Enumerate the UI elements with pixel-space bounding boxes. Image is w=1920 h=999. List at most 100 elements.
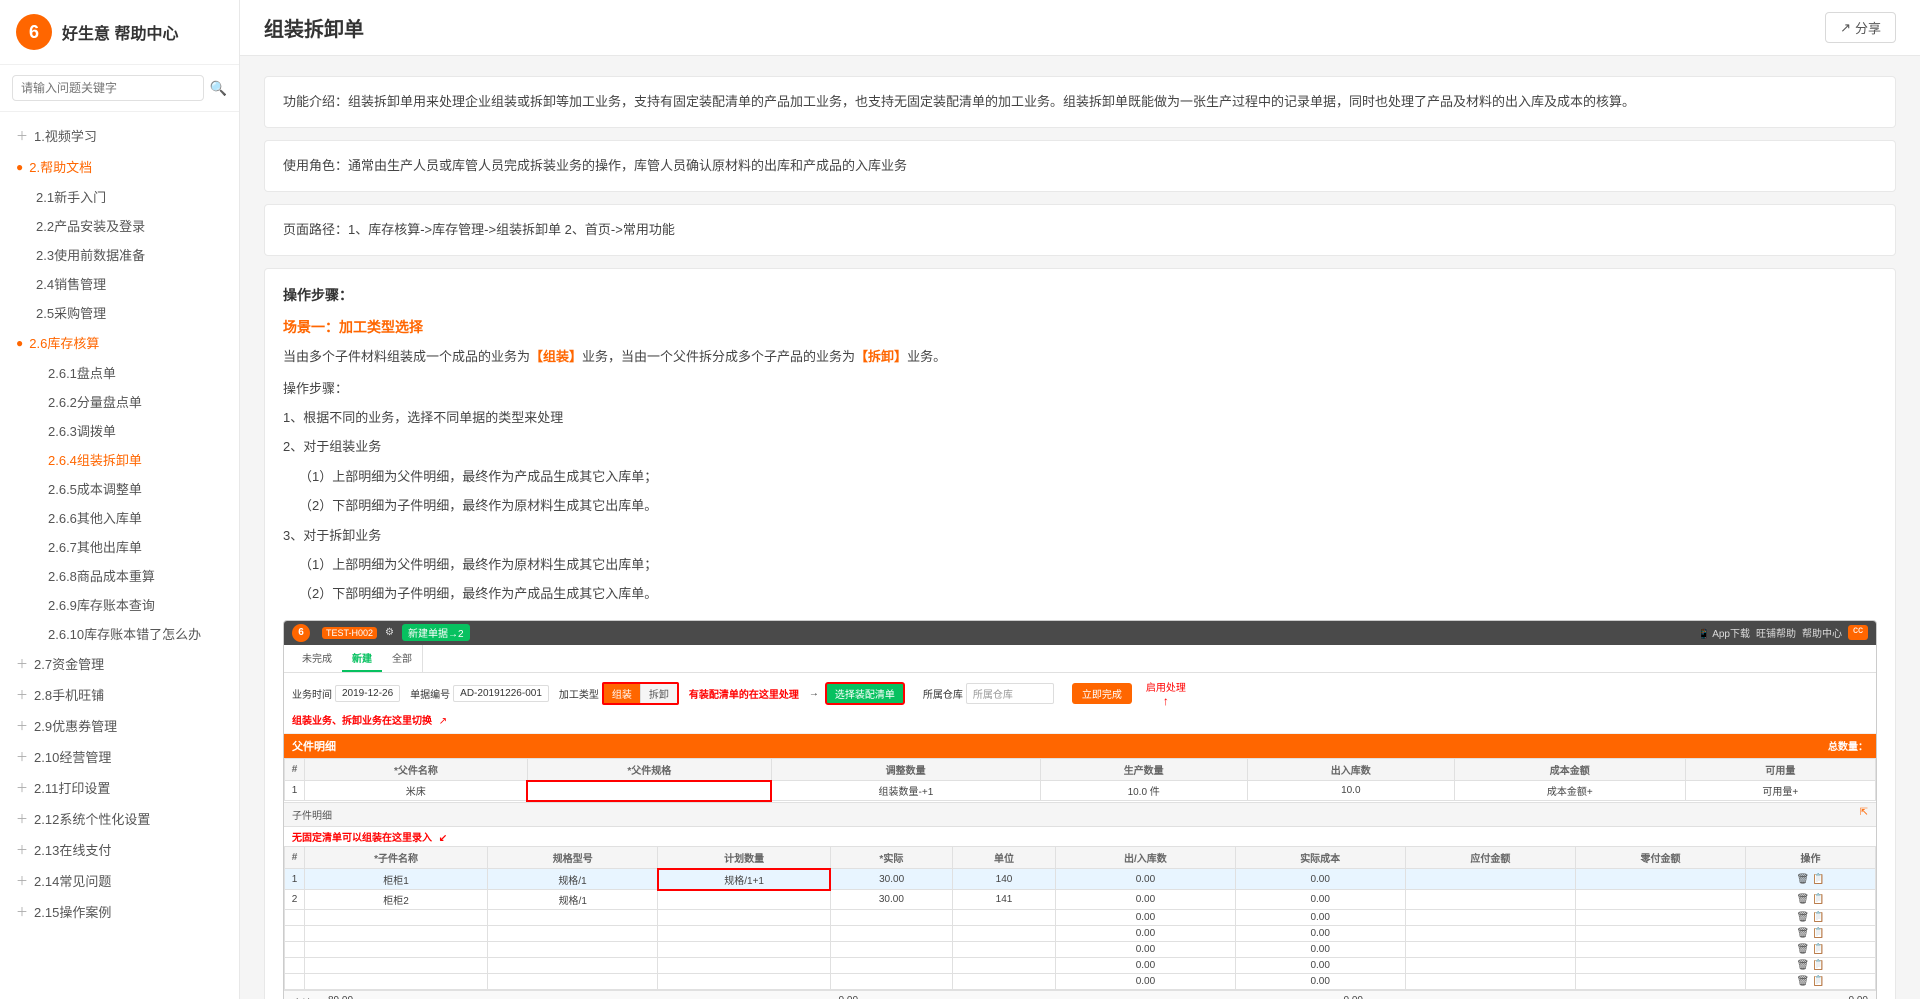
arrow-up-icon: ↑ (1163, 694, 1169, 708)
app-name: 好生意 帮助中心 (62, 20, 178, 44)
cell-inout-qty: 10.0 (1247, 781, 1454, 801)
bcell-actual: 30.00 (830, 890, 952, 910)
docnum-value[interactable]: AD-20191226-001 (453, 685, 549, 702)
sidebar-item-cost-adjust[interactable]: 2.6.5成本调整单 (0, 474, 239, 503)
subnav-tab-new[interactable]: 新建 (342, 645, 382, 672)
top-section-title: 父件明细 (292, 738, 336, 754)
cell-avail-qty: 可用量+ (1685, 781, 1875, 801)
sidebar-item-purchase[interactable]: 2.5采购管理 (0, 298, 239, 327)
confirm-button[interactable]: 立即完成 (1072, 683, 1132, 704)
sidebar-item-install[interactable]: 2.2产品安装及登录 (0, 211, 239, 240)
role-intro-block: 使用角色：通常由生产人员或库管人员完成拆装业务的操作，库管人员确认原材料的出库和… (264, 140, 1896, 192)
sidebar-item-data-prep[interactable]: 2.3使用前数据准备 (0, 240, 239, 269)
expand-icon-bottom[interactable]: ⇱ (1860, 807, 1868, 822)
type-selector[interactable]: 组装 拆卸 (602, 682, 679, 705)
sidebar-item-cost-calc[interactable]: 2.6.8商品成本重算 (0, 561, 239, 590)
sidebar-item-faq[interactable]: ＋ 2.14常见问题 (0, 865, 239, 896)
search-button[interactable]: 🔍 (210, 80, 227, 97)
top-table: # *父件名称 *父件规格 调整数量 生产数量 出入库数 成本金额 可用量 (284, 758, 1876, 802)
share-icon: ↗ (1840, 20, 1851, 36)
sidebar-item-label: 1.视频学习 (34, 126, 97, 145)
step-2-1: （1）上部明细为父件明细，最终作为产成品生成其它入库单； (283, 465, 1877, 488)
collapse-icon: ● (16, 160, 23, 174)
docnum-label: 单据编号 (410, 686, 450, 701)
sidebar-item-personalize[interactable]: ＋ 2.12系统个性化设置 (0, 803, 239, 834)
subnav-tab-uncompleted[interactable]: 未完成 (292, 645, 342, 672)
col-parent-spec: *父件规格 (527, 758, 771, 781)
type-btn-assembly[interactable]: 组装 (604, 684, 640, 703)
nav-new-doc: 新建单据→2 (402, 624, 470, 641)
search-box[interactable]: 🔍 (0, 65, 239, 112)
sidebar-item-print[interactable]: ＋ 2.11打印设置 (0, 772, 239, 803)
sidebar-item-docs[interactable]: ● 2.帮助文档 (0, 151, 239, 182)
sidebar-item-assembly[interactable]: 2.6.4组装拆卸单 (0, 445, 239, 474)
table-row: 0.000.00🗑 📋 (285, 974, 1876, 990)
select-clearlist-button[interactable]: 选择装配清单 (825, 682, 905, 705)
bcell-op[interactable]: 🗑 📋 (1746, 890, 1876, 910)
sidebar-item-inventory[interactable]: ● 2.6库存核算 (0, 327, 239, 358)
sidebar-item-label: 2.14常见问题 (34, 871, 111, 890)
cell-parent-name: 米床 (305, 781, 528, 801)
form-docnum-field: 单据编号 AD-20191226-001 (410, 685, 549, 702)
sidebar-item-video[interactable]: ＋ 1.视频学习 (0, 120, 239, 151)
sidebar-header: 6 好生意 帮助中心 (0, 0, 239, 65)
cell-adj-qty: 组装数量-+1 (771, 781, 1040, 801)
bcell-name: 柜柜1 (305, 869, 488, 890)
spacer2 (874, 995, 1328, 999)
date-value[interactable]: 2019-12-26 (335, 685, 400, 702)
wangpu-help-link: 旺铺帮助 (1756, 625, 1796, 640)
sidebar-item-mobile[interactable]: ＋ 2.8手机旺铺 (0, 679, 239, 710)
confirm-annotation-wrap: 启用处理 ↑ (1146, 679, 1186, 708)
sidebar-item-ops[interactable]: ＋ 2.10经营管理 (0, 741, 239, 772)
sidebar-item-ledger[interactable]: 2.6.9库存账本查询 (0, 590, 239, 619)
bcol-actual: *实际 (830, 846, 952, 869)
path-intro-text: 页面路径：1、库存核算->库存管理->组装拆卸单 2、首页->常用功能 (283, 222, 675, 237)
bcell-payable (1405, 890, 1575, 910)
total-val4: 0.00 (1849, 995, 1868, 999)
scenario-title: 场景一：加工类型选择 (283, 317, 1877, 337)
sidebar-item-other-in[interactable]: 2.6.6其他入库单 (0, 503, 239, 532)
subnav-tab-all[interactable]: 全部 (382, 645, 422, 672)
expand-icon: ＋ (16, 127, 28, 144)
type-btn-disassembly[interactable]: 拆卸 (640, 684, 677, 703)
steps-title: 操作步骤： (283, 285, 1877, 305)
date-label: 业务时间 (292, 686, 332, 701)
form-date-field: 业务时间 2019-12-26 (292, 685, 400, 702)
sidebar-item-label: 2.10经营管理 (34, 747, 111, 766)
step-3-1: （1）上部明细为父件明细，最终作为原材料生成其它出库单； (283, 553, 1877, 576)
share-label: 分享 (1855, 18, 1881, 37)
sidebar-item-payment[interactable]: ＋ 2.13在线支付 (0, 834, 239, 865)
search-input[interactable] (12, 75, 204, 101)
sidebar-item-sales[interactable]: 2.4销售管理 (0, 269, 239, 298)
main-content: 组装拆卸单 ↗ 分享 功能介绍：组装拆卸单用来处理企业组装或拆卸等加工业务，支持… (240, 0, 1920, 999)
bcell-spec: 规格/1 (488, 890, 658, 910)
cell-parent-spec[interactable] (527, 781, 771, 801)
sidebar-item-voucher[interactable]: ＋ 2.9优惠券管理 (0, 710, 239, 741)
bcell-actual-cost: 0.00 (1235, 869, 1405, 890)
step-2-2: （2）下部明细为子件明细，最终作为原材料生成其它出库单。 (283, 494, 1877, 517)
expand-icon-ops: ＋ (16, 748, 28, 765)
bcol-actual-cost: 实际成本 (1235, 846, 1405, 869)
warehouse-input[interactable]: 所属仓库 (966, 683, 1054, 704)
col-cost-amt: 成本金额 (1454, 758, 1685, 781)
bcol-spec: 规格型号 (488, 846, 658, 869)
sidebar-item-transfer[interactable]: 2.6.3调拨单 (0, 416, 239, 445)
bcell-payable (1405, 869, 1575, 890)
sidebar-item-account-err[interactable]: 2.6.10库存账本错了怎么办 (0, 619, 239, 648)
sidebar-item-split-check[interactable]: 2.6.2分量盘点单 (0, 387, 239, 416)
sidebar-item-newcomer[interactable]: 2.1新手入门 (0, 182, 239, 211)
bcol-plan-qty: 计划数量 (658, 846, 831, 869)
sidebar-item-label: 2.7资金管理 (34, 654, 104, 673)
table-row: 1 米床 组装数量-+1 10.0 件 10.0 成本金额+ 可用量+ (285, 781, 1876, 801)
bcell-inout: 0.00 (1056, 869, 1235, 890)
sidebar-item-other-out[interactable]: 2.6.7其他出库单 (0, 532, 239, 561)
sidebar-item-cases[interactable]: ＋ 2.15操作案例 (0, 896, 239, 927)
share-button[interactable]: ↗ 分享 (1825, 12, 1896, 43)
table-row: 0.000.00🗑 📋 (285, 958, 1876, 974)
bcell-op[interactable]: 🗑 📋 (1746, 869, 1876, 890)
sidebar-item-finance[interactable]: ＋ 2.7资金管理 (0, 648, 239, 679)
screenshot-wrapper: 6 TEST-H002 ⚙ 新建单据→2 📱 App下载 旺铺帮助 帮助中心 c… (283, 620, 1877, 999)
sidebar-item-check[interactable]: 2.6.1盘点单 (0, 358, 239, 387)
bcol-seq: # (285, 846, 305, 869)
form-clearlist-section: 有装配清单的在这里处理 → 选择装配清单 (689, 682, 905, 705)
